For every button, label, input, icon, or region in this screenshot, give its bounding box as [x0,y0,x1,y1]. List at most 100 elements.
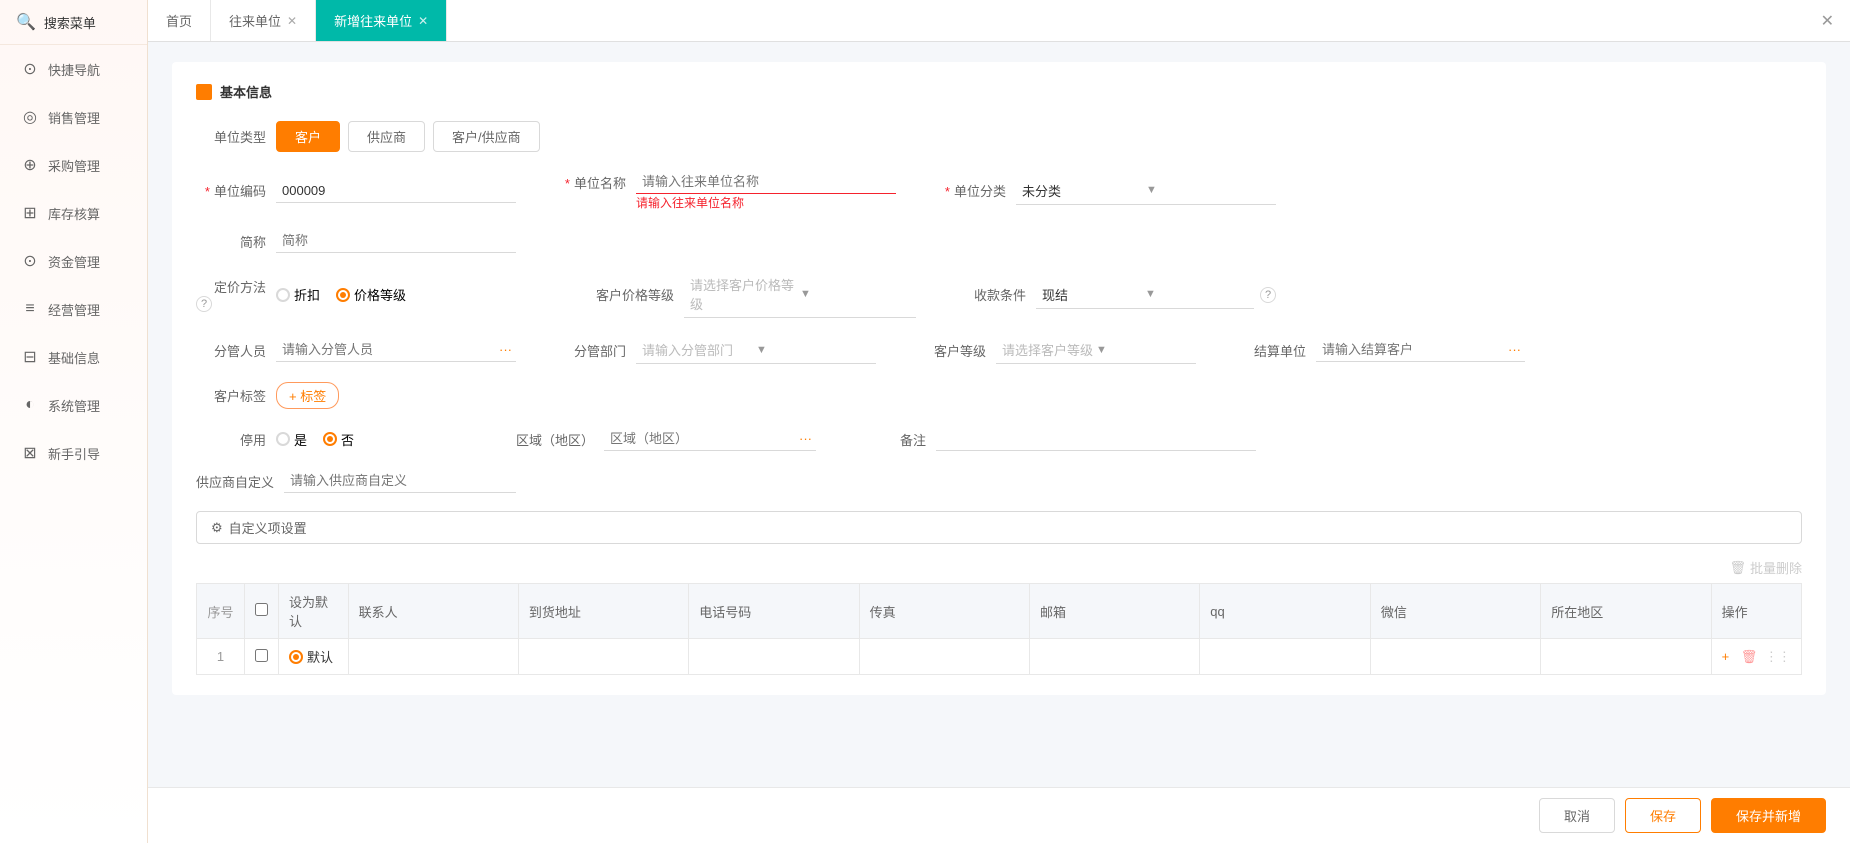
cancel-button[interactable]: 取消 [1539,798,1615,833]
disabled-area-row: 停用 是 否 区域（地区） [196,427,1802,451]
tab-partner-list-close[interactable]: ✕ [287,15,297,27]
area-more[interactable]: ··· [795,431,816,446]
section-title: 基本信息 [196,82,1802,101]
type-btn-both[interactable]: 客户/供应商 [433,121,540,152]
contact-input[interactable] [359,649,508,664]
payment-terms-arrow: ▼ [1145,288,1248,300]
settlement-input[interactable] [1316,338,1504,361]
abbr-input[interactable] [276,229,516,253]
row-select-checkbox[interactable] [255,649,268,662]
sidebar-item-operation[interactable]: ≡ 经营管理 [0,285,147,333]
pricing-discount-radio[interactable]: 折扣 [276,285,320,304]
save-button[interactable]: 保存 [1625,798,1701,833]
row-email[interactable] [1029,639,1199,675]
type-btn-supplier[interactable]: 供应商 [348,121,425,152]
row-checkbox[interactable] [245,639,279,675]
payment-help-icon[interactable]: ? [1260,287,1276,303]
default-radio-item[interactable]: 默认 [289,647,338,666]
row-phone[interactable] [689,639,859,675]
customer-price-level-label: 客户价格等级 [596,285,684,304]
save-new-button[interactable]: 保存并新增 [1711,798,1826,833]
pricing-help-icon[interactable]: ? [196,296,212,312]
customer-price-level-group: 客户价格等级 请选择客户价格等级 ▼ [596,271,916,318]
row-region[interactable] [1541,639,1711,675]
dept-select[interactable]: 请输入分管部门 ▼ [636,336,876,364]
fax-input[interactable] [870,649,1019,664]
th-default: 设为默认 [279,584,349,639]
pricing-level-radio[interactable]: 价格等级 [336,285,406,304]
dept-placeholder: 请输入分管部门 [642,340,756,359]
section-title-text: 基本信息 [220,82,272,101]
email-input[interactable] [1040,649,1189,664]
tab-home-label: 首页 [166,11,192,30]
trash-icon: 🗑 [1729,560,1746,576]
sidebar-item-basic-info[interactable]: ⊟ 基础信息 [0,333,147,381]
tab-new-partner-close[interactable]: ✕ [418,15,428,27]
payment-terms-select[interactable]: 现结 ▼ [1036,281,1254,309]
sidebar-label-system: 系统管理 [48,396,100,415]
tab-partner-list[interactable]: 往来单位 ✕ [211,0,316,41]
row-fax[interactable] [859,639,1029,675]
sidebar-item-purchase[interactable]: ⊕ 采购管理 [0,141,147,189]
row-address[interactable] [518,639,688,675]
supplier-custom-group: 供应商自定义 [196,469,516,493]
th-contact: 联系人 [348,584,518,639]
abbr-group: 简称 [196,229,516,253]
dept-label: 分管部门 [556,341,636,360]
select-all-checkbox[interactable] [255,603,268,616]
disabled-yes-radio[interactable]: 是 [276,430,307,449]
sidebar-label-inventory: 库存核算 [48,204,100,223]
row-contact[interactable] [348,639,518,675]
th-email: 邮箱 [1029,584,1199,639]
sidebar-item-guide[interactable]: ⊠ 新手引导 [0,429,147,477]
sidebar-search[interactable]: 🔍 搜索菜单 [0,0,147,45]
supplier-custom-input[interactable] [284,469,516,493]
batch-delete-button[interactable]: 🗑 批量删除 [196,558,1802,577]
remark-input[interactable] [936,427,1256,451]
row-add-btn[interactable]: + [1722,649,1730,664]
row-drag-handle[interactable]: ⋮⋮ [1765,649,1791,664]
qq-input[interactable] [1210,649,1360,664]
settlement-more[interactable]: ··· [1504,342,1525,357]
phone-input[interactable] [699,649,848,664]
disabled-no-radio[interactable]: 否 [323,430,354,449]
area-group: 区域（地区） ··· [516,427,816,451]
row-delete-btn[interactable]: 🗑 [1741,649,1758,664]
sidebar-item-sales[interactable]: ◎ 销售管理 [0,93,147,141]
table-row: 1 默认 [197,639,1802,675]
sidebar-label-guide: 新手引导 [48,444,100,463]
th-seq: 序号 [197,584,245,639]
sidebar-item-quick-nav[interactable]: ⊙ 快捷导航 [0,45,147,93]
sidebar-item-system[interactable]: ◐ 系统管理 [0,381,147,429]
row-wechat[interactable] [1370,639,1540,675]
unit-category-arrow: ▼ [1146,184,1270,196]
row-qq[interactable] [1200,639,1371,675]
tags-label: 客户标签 [196,386,276,405]
th-wechat: 微信 [1370,584,1540,639]
manager-input[interactable] [276,338,495,361]
customer-price-level-select[interactable]: 请选择客户价格等级 ▼ [684,271,916,318]
sidebar-item-finance[interactable]: ⊙ 资金管理 [0,237,147,285]
address-input[interactable] [529,649,678,664]
tab-new-partner[interactable]: 新增往来单位 ✕ [316,0,447,41]
unit-category-select[interactable]: 未分类 ▼ [1016,177,1276,205]
customer-level-select[interactable]: 请选择客户等级 ▼ [996,336,1196,364]
tab-home[interactable]: 首页 [148,0,211,41]
type-btn-customer[interactable]: 客户 [276,121,340,152]
tab-close-all[interactable]: ✕ [1805,11,1850,31]
custom-settings-button[interactable]: ⚙ 自定义项设置 [196,511,1802,544]
unit-name-input[interactable] [636,170,896,194]
wechat-input[interactable] [1381,649,1530,664]
customer-level-label: 客户等级 [916,341,996,360]
th-actions: 操作 [1711,584,1801,639]
customer-level-group: 客户等级 请选择客户等级 ▼ [916,336,1196,364]
region-input[interactable] [1551,649,1700,664]
row-seq: 1 [197,639,245,675]
add-tag-button[interactable]: + 标签 [276,382,339,409]
unit-code-input[interactable] [276,179,516,203]
manager-more[interactable]: ··· [495,342,516,357]
unit-type-btn-group: 客户 供应商 客户/供应商 [276,121,540,152]
sidebar-item-inventory[interactable]: ⊞ 库存核算 [0,189,147,237]
sidebar-label-quick-nav: 快捷导航 [48,60,100,79]
area-input[interactable] [604,427,795,450]
